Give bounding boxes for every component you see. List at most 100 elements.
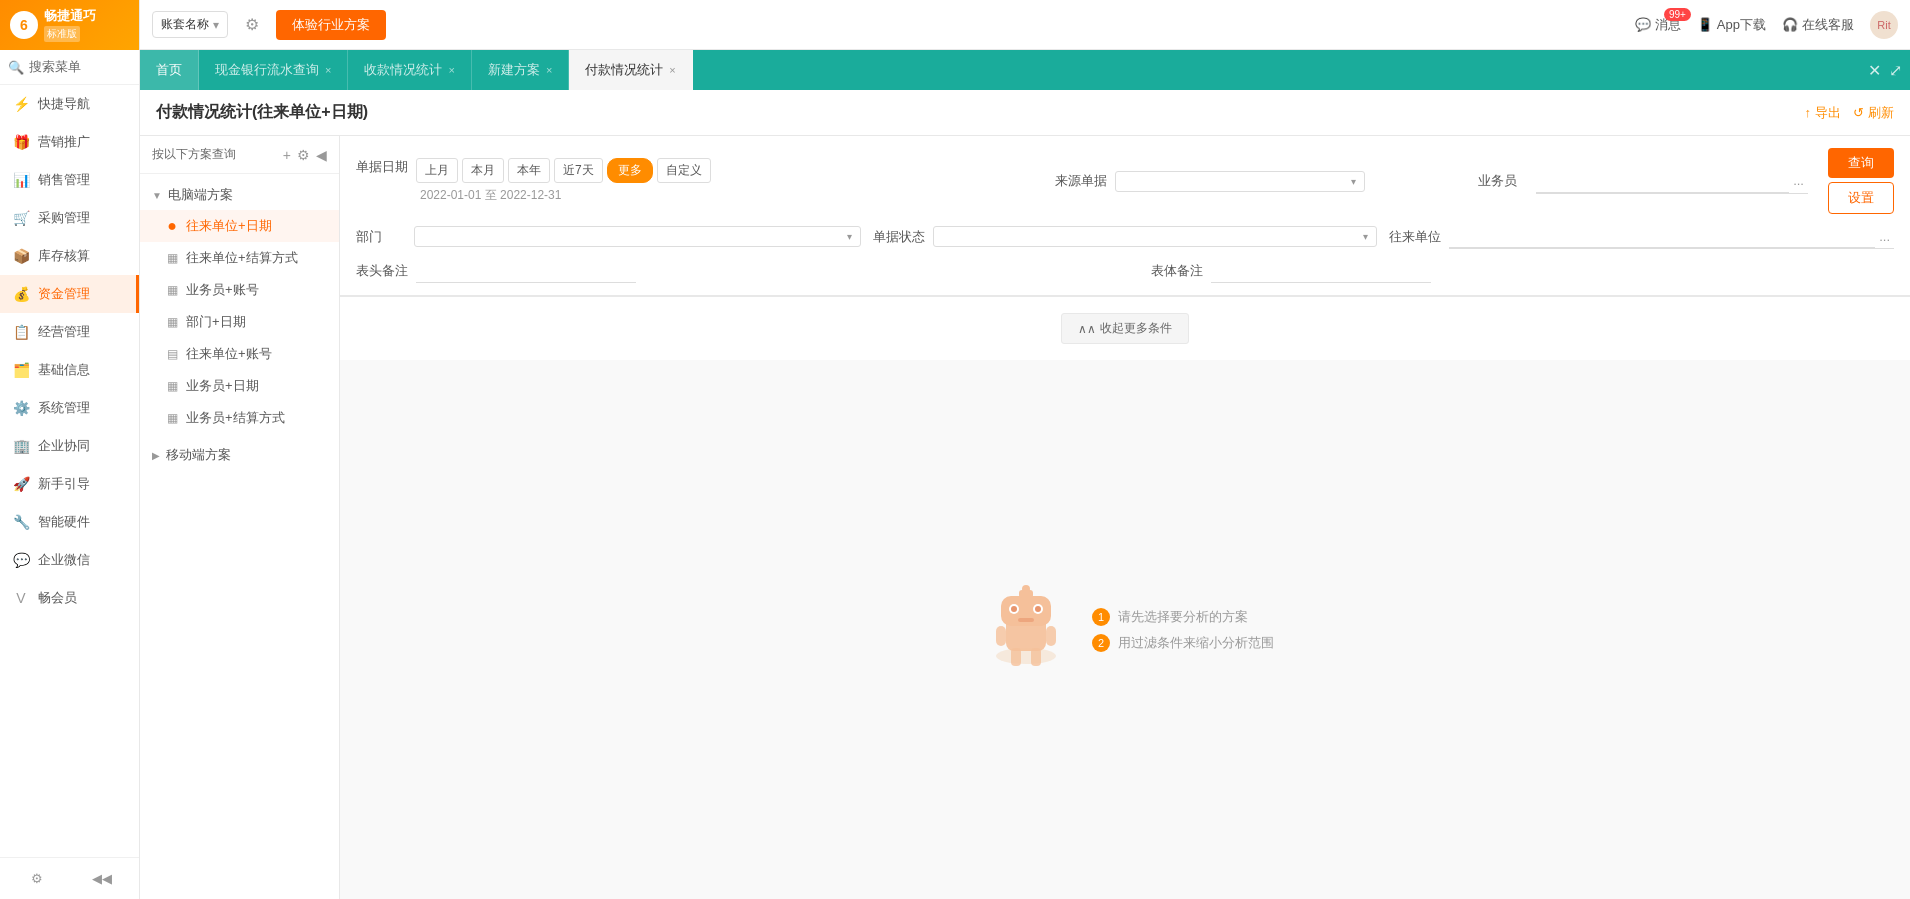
sidebar-item-vip[interactable]: V 畅会员 [0, 579, 139, 617]
settings-btn[interactable]: 设置 [1828, 182, 1894, 214]
account-dropdown[interactable]: 账套名称 ▾ [152, 11, 228, 38]
sidebar-item-finance[interactable]: 💰 资金管理 [0, 275, 139, 313]
sidebar-item-system[interactable]: ⚙️ 系统管理 [0, 389, 139, 427]
tab-home[interactable]: 首页 [140, 50, 199, 90]
filter-row-1: 单据日期 上月 本月 本年 近7天 更多 自定义 20 [356, 148, 1894, 214]
sidebar-footer-settings[interactable]: ⚙ [8, 866, 66, 891]
export-label: 导出 [1815, 104, 1841, 122]
scheme-item-unit-settle[interactable]: ▦ 往来单位+结算方式 [140, 242, 339, 274]
date-btn-this-month[interactable]: 本月 [462, 158, 504, 183]
source-select[interactable]: ▾ [1115, 171, 1365, 192]
sidebar-item-label: 企业协同 [38, 437, 90, 455]
scheme-item-label: 往来单位+结算方式 [186, 249, 298, 267]
sidebar-footer: ⚙ ◀◀ [0, 857, 139, 899]
head-note-input[interactable] [416, 259, 636, 283]
enterprise-icon: 🏢 [12, 437, 30, 455]
sidebar-header: 6 畅捷通巧 标准版 [0, 0, 139, 50]
sidebar-item-enterprise[interactable]: 🏢 企业协同 [0, 427, 139, 465]
tab-receipts[interactable]: 收款情况统计 × [348, 50, 471, 90]
svg-rect-11 [1031, 648, 1041, 666]
tab-payments[interactable]: 付款情况统计 × [569, 50, 692, 90]
account-name: 账套名称 [161, 16, 209, 33]
scheme-item-staff-account[interactable]: ▦ 业务员+账号 [140, 274, 339, 306]
sidebar-footer-collapse[interactable]: ◀◀ [74, 866, 132, 891]
staff-dots[interactable]: ... [1789, 173, 1808, 188]
sidebar-item-sales[interactable]: 📊 销售管理 [0, 161, 139, 199]
unit-dots[interactable]: ... [1875, 229, 1894, 244]
sidebar-item-label: 畅会员 [38, 589, 77, 607]
sidebar-item-marketing[interactable]: 🎁 营销推广 [0, 123, 139, 161]
tab-payments-close[interactable]: × [669, 64, 675, 76]
bill-status-select[interactable]: ▾ [933, 226, 1378, 247]
tab-bank-close[interactable]: × [325, 64, 331, 76]
tip-num-1: 1 [1092, 608, 1110, 626]
sidebar-item-inventory[interactable]: 📦 库存核算 [0, 237, 139, 275]
scheme-item-dept-date[interactable]: ▦ 部门+日期 [140, 306, 339, 338]
app-download-btn[interactable]: 📱 App下载 [1697, 16, 1766, 34]
date-btn-this-year[interactable]: 本年 [508, 158, 550, 183]
service-label: 在线客服 [1802, 16, 1854, 34]
export-icon: ↑ [1805, 105, 1812, 120]
scheme-panel-header: 按以下方案查询 + ⚙ ◀ [140, 136, 339, 174]
sidebar-item-label: 系统管理 [38, 399, 90, 417]
scheme-item-label: 往来单位+账号 [186, 345, 272, 363]
scheme-item-staff-date[interactable]: ▦ 业务员+日期 [140, 370, 339, 402]
dept-select[interactable]: ▾ [414, 226, 861, 247]
dropdown-arrow-icon: ▾ [213, 18, 219, 32]
date-range-display: 2022-01-01 至 2022-12-31 [420, 187, 711, 204]
sidebar-item-operations[interactable]: 📋 经营管理 [0, 313, 139, 351]
sidebar-item-hardware[interactable]: 🔧 智能硬件 [0, 503, 139, 541]
sidebar-search[interactable]: 🔍 搜索菜单 [0, 50, 139, 85]
unit-input[interactable] [1449, 224, 1875, 248]
tab-new-scheme[interactable]: 新建方案 × [472, 50, 569, 90]
date-btn-custom[interactable]: 自定义 [657, 158, 711, 183]
tab-new-scheme-close[interactable]: × [546, 64, 552, 76]
app-icon: 📱 [1697, 17, 1713, 32]
sidebar-item-wechat[interactable]: 💬 企业微信 [0, 541, 139, 579]
tab-expand-btn[interactable]: ⤢ [1889, 61, 1902, 80]
quick-nav-icon: ⚡ [12, 95, 30, 113]
scheme-item-staff-settle[interactable]: ▦ 业务员+结算方式 [140, 402, 339, 434]
sidebar-item-basic[interactable]: 🗂️ 基础信息 [0, 351, 139, 389]
scheme-item-unit-account[interactable]: ▤ 往来单位+账号 [140, 338, 339, 370]
user-avatar[interactable]: Rit [1870, 11, 1898, 39]
tabbar: 首页 现金银行流水查询 × 收款情况统计 × 新建方案 × 付款情况统计 × ✕… [140, 50, 1910, 90]
sidebar-item-purchase[interactable]: 🛒 采购管理 [0, 199, 139, 237]
export-btn[interactable]: ↑ 导出 [1805, 104, 1842, 122]
trial-btn[interactable]: 体验行业方案 [276, 10, 386, 40]
tab-receipts-label: 收款情况统计 [364, 61, 442, 79]
filter-area: 单据日期 上月 本月 本年 近7天 更多 自定义 20 [340, 136, 1910, 296]
scheme-desktop-header[interactable]: ▼ 电脑端方案 [140, 180, 339, 210]
tip-num-2: 2 [1092, 634, 1110, 652]
date-btn-7days[interactable]: 近7天 [554, 158, 603, 183]
date-label: 单据日期 [356, 158, 408, 176]
scheme-item-active-icon: ● [164, 218, 180, 234]
refresh-btn[interactable]: ↺ 刷新 [1853, 104, 1894, 122]
filter-date-btns: 上月 本月 本年 近7天 更多 自定义 [416, 158, 711, 183]
tab-receipts-close[interactable]: × [448, 64, 454, 76]
tab-bank[interactable]: 现金银行流水查询 × [199, 50, 348, 90]
tip-1-text: 请先选择要分析的方案 [1118, 608, 1248, 626]
topbar-settings-btn[interactable]: ⚙ [238, 11, 266, 39]
finance-icon: 💰 [12, 285, 30, 303]
scheme-item-unit-date[interactable]: ● 往来单位+日期 [140, 210, 339, 242]
wechat-icon: 💬 [12, 551, 30, 569]
scheme-settings-icon[interactable]: ⚙ [297, 147, 310, 163]
message-badge: 99+ [1664, 8, 1691, 21]
scheme-panel: 按以下方案查询 + ⚙ ◀ ▼ 电脑端方案 ● 往来单位+日期 [140, 136, 340, 899]
date-btn-last-month[interactable]: 上月 [416, 158, 458, 183]
message-btn[interactable]: 💬 消息 99+ [1635, 16, 1681, 34]
sidebar-item-quick-nav[interactable]: ⚡ 快捷导航 [0, 85, 139, 123]
scheme-mobile-group[interactable]: ▶ 移动端方案 [140, 440, 339, 470]
staff-input[interactable] [1536, 169, 1789, 193]
date-btn-more[interactable]: 更多 [607, 158, 653, 183]
tab-close-all-btn[interactable]: ✕ [1868, 61, 1881, 80]
scheme-collapse-icon[interactable]: ◀ [316, 147, 327, 163]
scheme-add-icon[interactable]: + [283, 147, 291, 163]
collapse-btn[interactable]: ∧∧ 收起更多条件 [1061, 313, 1189, 344]
query-btn[interactable]: 查询 [1828, 148, 1894, 178]
sidebar-item-guide[interactable]: 🚀 新手引导 [0, 465, 139, 503]
body-note-input[interactable] [1211, 259, 1431, 283]
service-btn[interactable]: 🎧 在线客服 [1782, 16, 1854, 34]
topbar: 账套名称 ▾ ⚙ 体验行业方案 💬 消息 99+ 📱 App下载 🎧 在线客服 … [140, 0, 1910, 50]
